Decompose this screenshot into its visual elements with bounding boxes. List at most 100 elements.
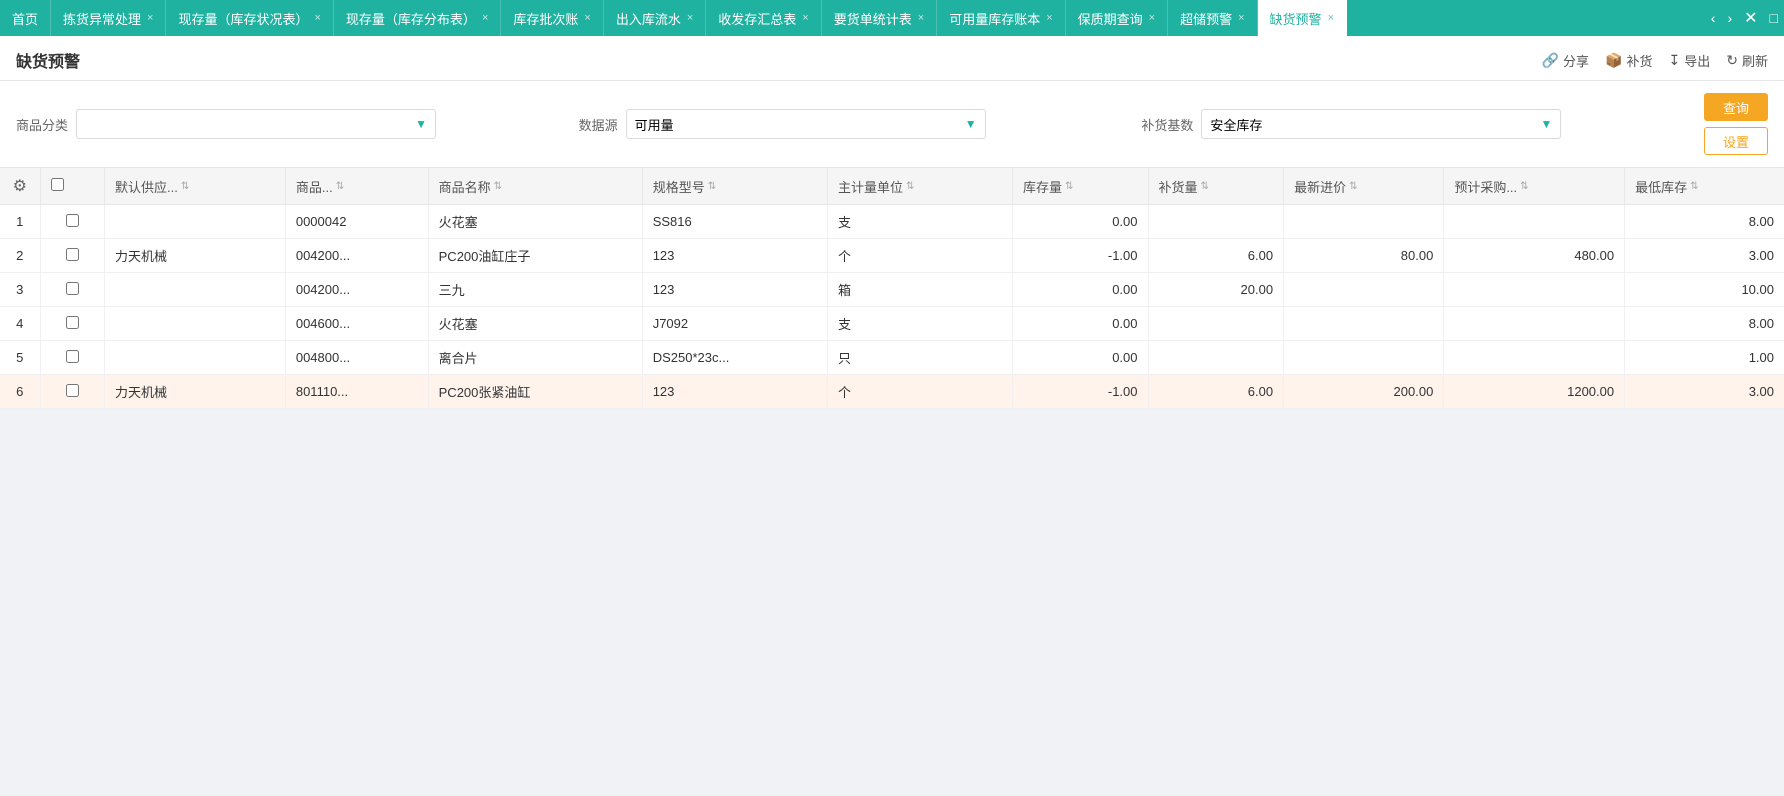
query-button[interactable]: 查询 (1704, 93, 1768, 121)
sort-spec[interactable]: 规格型号 ⇅ (653, 177, 716, 196)
table-row: 2力天机械004200...PC200油缸庄子123个-1.006.0080.0… (0, 239, 1784, 273)
tab-prev-button[interactable]: ‹ (1705, 0, 1722, 36)
tab-available-close[interactable]: × (1046, 12, 1052, 24)
sort-unit-icon: ⇅ (906, 181, 914, 192)
share-button[interactable]: 🔗 分享 (1542, 51, 1589, 70)
th-unit: 主计量单位 ⇅ (828, 168, 1013, 205)
row-checkbox[interactable] (66, 282, 79, 295)
tab-home[interactable]: 首页 (0, 0, 51, 36)
cell-spec: 123 (642, 375, 827, 409)
sort-spec-icon: ⇅ (708, 181, 716, 192)
category-filter-group: 商品分类 ▼ (16, 109, 563, 139)
tab-flow[interactable]: 出入库流水 × (604, 0, 706, 36)
tab-flow-close[interactable]: × (687, 12, 693, 24)
row-checkbox[interactable] (66, 214, 79, 227)
sort-product-name-icon: ⇅ (494, 181, 502, 192)
tab-next-button[interactable]: › (1721, 0, 1738, 36)
select-all-checkbox[interactable] (51, 178, 64, 191)
tab-shortage[interactable]: 缺货预警 × (1258, 0, 1347, 36)
cell-min-stock: 1.00 (1625, 341, 1784, 375)
th-product-code: 商品... ⇅ (285, 168, 428, 205)
cell-replenish-qty (1148, 341, 1284, 375)
tab-inventory-status-close[interactable]: × (314, 12, 320, 24)
tab-summary-close[interactable]: × (802, 12, 808, 24)
th-stock: 库存量 ⇅ (1012, 168, 1148, 205)
row-checkbox[interactable] (66, 316, 79, 329)
cell-unit: 支 (828, 205, 1013, 239)
sort-unit[interactable]: 主计量单位 ⇅ (838, 177, 914, 196)
datasource-select-value: 可用量 (635, 115, 674, 134)
sort-product-name[interactable]: 商品名称 ⇅ (439, 177, 502, 196)
refresh-label: 刷新 (1742, 51, 1768, 70)
th-stock-label: 库存量 (1023, 177, 1062, 196)
sort-latest-price[interactable]: 最新进价 ⇅ (1294, 177, 1357, 196)
tab-summary[interactable]: 收发存汇总表 × (706, 0, 821, 36)
tab-batch-account-label: 库存批次账 (513, 9, 578, 28)
tab-close-all-button[interactable]: ✕ (1738, 0, 1763, 36)
sort-stock[interactable]: 库存量 ⇅ (1023, 177, 1073, 196)
tab-expiry-label: 保质期查询 (1078, 9, 1143, 28)
tab-requisition-close[interactable]: × (918, 12, 924, 24)
settings-button[interactable]: 设置 (1704, 127, 1768, 155)
replenish-basis-label: 补货基数 (1141, 115, 1193, 134)
tab-expiry-close[interactable]: × (1149, 12, 1155, 24)
sort-min-stock[interactable]: 最低库存 ⇅ (1635, 177, 1698, 196)
page-header: 缺货预警 🔗 分享 📦 补货 ↧ 导出 ↻ 刷新 (0, 36, 1784, 81)
tab-shortage-label: 缺货预警 (1270, 9, 1322, 28)
replenish-basis-select-arrow-icon: ▼ (1540, 117, 1552, 131)
tab-requisition[interactable]: 要货单统计表 × (822, 0, 937, 36)
cell-product-code: 801110... (285, 375, 428, 409)
cell-unit: 只 (828, 341, 1013, 375)
tab-available[interactable]: 可用量库存账本 × (937, 0, 1065, 36)
tab-overstock[interactable]: 超储预警 × (1168, 0, 1257, 36)
th-product-code-label: 商品... (296, 177, 333, 196)
cell-stock: 0.00 (1012, 273, 1148, 307)
tab-inventory-dist-close[interactable]: × (482, 12, 488, 24)
th-product-name: 商品名称 ⇅ (428, 168, 642, 205)
tab-expiry[interactable]: 保质期查询 × (1066, 0, 1168, 36)
replenish-button[interactable]: 📦 补货 (1605, 51, 1652, 70)
tab-overstock-close[interactable]: × (1238, 12, 1244, 24)
cell-replenish-qty (1148, 205, 1284, 239)
tab-inventory-status[interactable]: 现存量（库存状况表） × (166, 0, 333, 36)
th-spec-label: 规格型号 (653, 177, 705, 196)
replenish-basis-filter-group: 补货基数 安全库存 ▼ (1141, 109, 1688, 139)
tab-picking-close[interactable]: × (147, 12, 153, 24)
cell-latest-price (1284, 273, 1444, 307)
row-checkbox[interactable] (66, 384, 79, 397)
sort-replenish-qty[interactable]: 补货量 ⇅ (1159, 177, 1209, 196)
sort-product-code[interactable]: 商品... ⇅ (296, 177, 344, 196)
replenish-basis-select[interactable]: 安全库存 ▼ (1201, 109, 1561, 139)
tab-expand-button[interactable]: □ (1764, 0, 1784, 36)
cell-product-code: 0000042 (285, 205, 428, 239)
cell-product-code: 004200... (285, 273, 428, 307)
table-row: 5004800...离合片DS250*23c...只0.001.00 (0, 341, 1784, 375)
cell-latest-price: 200.00 (1284, 375, 1444, 409)
tab-nav-buttons: ‹ › ✕ □ (1705, 0, 1784, 36)
cell-spec: 123 (642, 239, 827, 273)
cell-est-purchase (1444, 341, 1625, 375)
th-checkbox (40, 168, 105, 205)
export-button[interactable]: ↧ 导出 (1669, 51, 1711, 70)
category-select[interactable]: ▼ (76, 109, 436, 139)
th-supplier-label: 默认供应... (115, 177, 178, 196)
cell-product-name: 火花塞 (428, 307, 642, 341)
tab-shortage-close[interactable]: × (1328, 12, 1334, 24)
tab-picking[interactable]: 拣货异常处理 × (51, 0, 166, 36)
sort-est-purchase[interactable]: 预计采购... ⇅ (1454, 177, 1528, 196)
datasource-filter-group: 数据源 可用量 ▼ (579, 109, 1126, 139)
row-num: 2 (0, 239, 40, 273)
row-checkbox[interactable] (66, 248, 79, 261)
sort-supplier[interactable]: 默认供应... ⇅ (115, 177, 189, 196)
tab-batch-account-close[interactable]: × (584, 12, 590, 24)
cell-spec: SS816 (642, 205, 827, 239)
column-settings-button[interactable]: ⚙ (13, 176, 27, 196)
tab-inventory-dist[interactable]: 现存量（库存分布表） × (334, 0, 501, 36)
tab-batch-account[interactable]: 库存批次账 × (501, 0, 603, 36)
row-checkbox[interactable] (66, 350, 79, 363)
refresh-button[interactable]: ↻ 刷新 (1726, 51, 1768, 70)
table-row: 6力天机械801110...PC200张紧油缸123个-1.006.00200.… (0, 375, 1784, 409)
cell-supplier (105, 307, 286, 341)
th-latest-price: 最新进价 ⇅ (1284, 168, 1444, 205)
datasource-select[interactable]: 可用量 ▼ (626, 109, 986, 139)
